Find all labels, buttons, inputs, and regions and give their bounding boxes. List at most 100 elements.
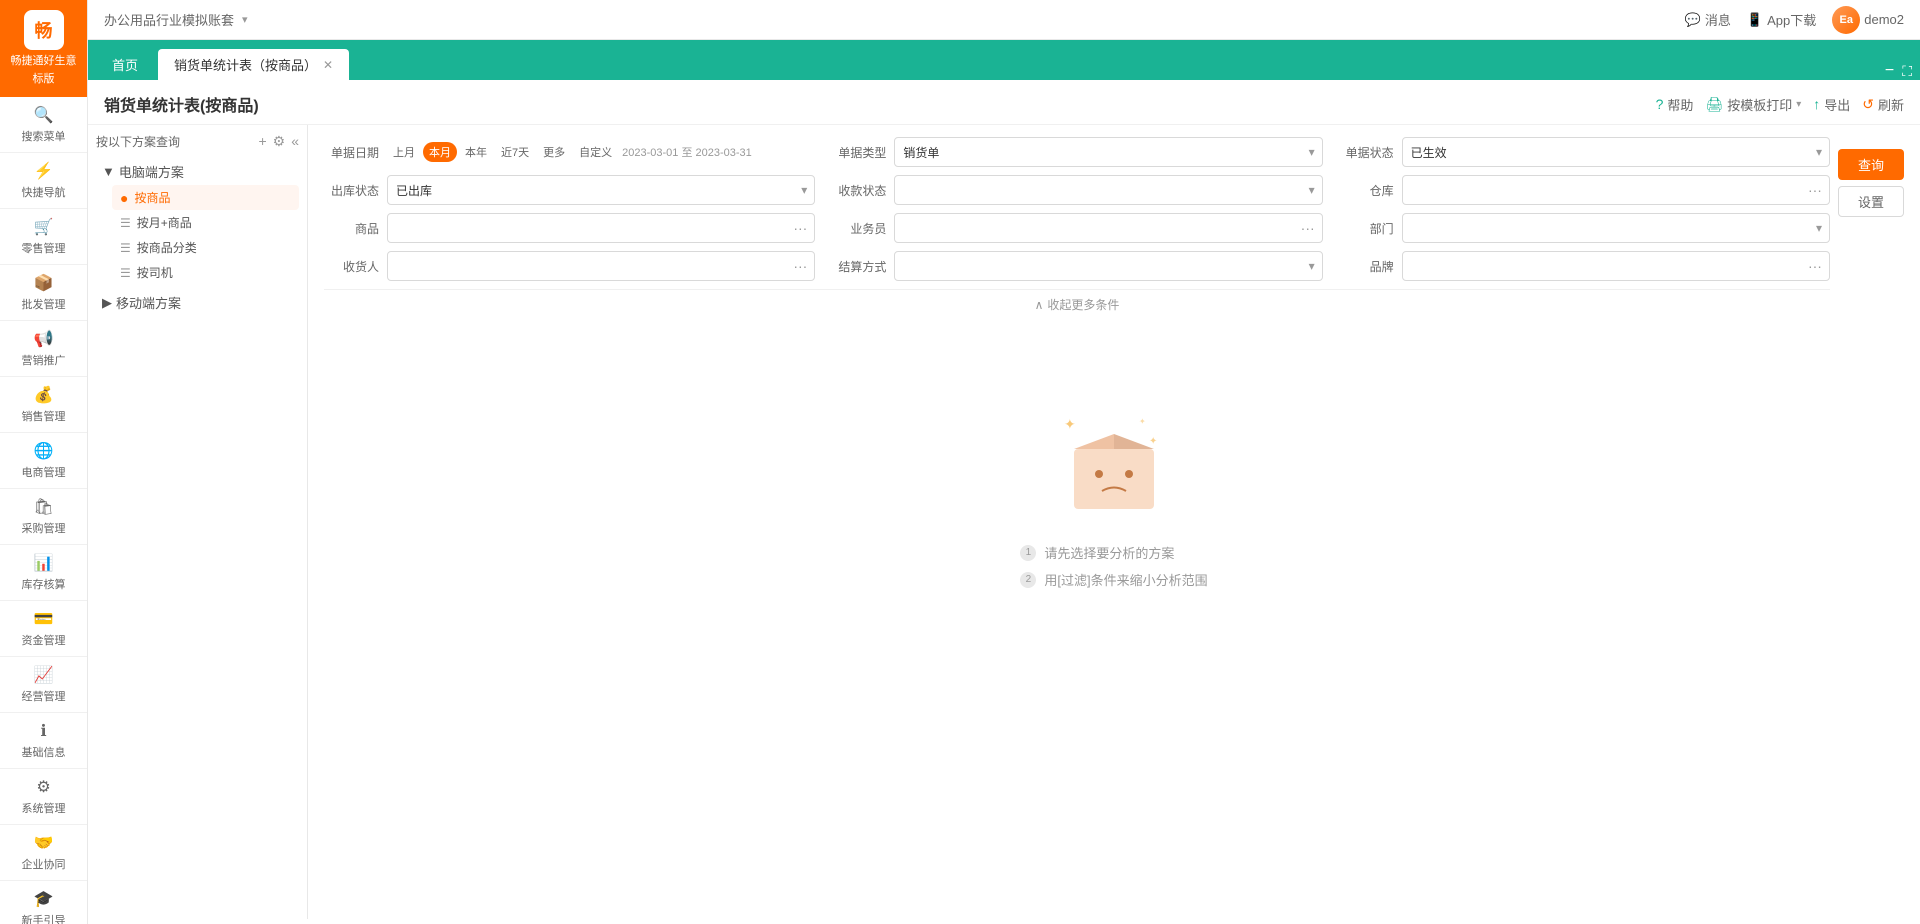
header-left: 办公用品行业模拟账套 ▾ [104, 10, 248, 29]
right-panel: 单据日期 上月 本月 本年 近7天 更多 自定义 [308, 125, 1920, 919]
system-icon: ⚙ [36, 777, 50, 797]
breadcrumb-dropdown[interactable]: ▾ [242, 13, 248, 26]
panel-add-icon[interactable]: + [258, 133, 266, 150]
page-header: 销货单统计表(按商品) ? 帮助 🖨 按模板打印 ▾ ↑ 导出 ↺ 刷新 [88, 80, 1920, 125]
sidebar-search-label: 搜索菜单 [22, 128, 66, 144]
sidebar-item-ecommerce[interactable]: 🌐 电商管理 [0, 433, 87, 489]
warehouse-status-input[interactable] [387, 175, 815, 205]
salesperson-dots-icon[interactable]: ··· [1301, 220, 1315, 236]
date-tab-custom[interactable]: 自定义 [573, 142, 618, 162]
panel-settings-icon[interactable]: ⚙ [273, 133, 286, 150]
department-input[interactable] [1402, 213, 1830, 243]
tree-desktop-parent[interactable]: ▼ 电脑端方案 [96, 158, 299, 185]
date-tab-thismonth[interactable]: 本月 [423, 142, 457, 162]
sidebar-item-system[interactable]: ⚙ 系统管理 [0, 769, 87, 825]
payment-method-control: ▾ [894, 251, 1322, 281]
marketing-icon: 📢 [34, 329, 54, 349]
date-tab-thisyear[interactable]: 本年 [459, 142, 493, 162]
sidebar-item-finance[interactable]: 💳 资金管理 [0, 601, 87, 657]
receiver-dots-icon[interactable]: ··· [793, 258, 807, 274]
department-filter-row: 部门 ▾ [1339, 213, 1830, 243]
sidebar-item-sales[interactable]: 💰 销售管理 [0, 377, 87, 433]
sidebar-item-search[interactable]: 🔍 搜索菜单 [0, 97, 87, 153]
by-product-icon: ● [120, 190, 128, 206]
sidebar-item-retail[interactable]: 🛒 零售管理 [0, 209, 87, 265]
panel-title-row: 按以下方案查询 + ⚙ « [96, 133, 299, 150]
tree-mobile-parent[interactable]: ▶ 移动端方案 [96, 289, 299, 316]
sidebar-item-wholesale[interactable]: 📦 批发管理 [0, 265, 87, 321]
sidebar-system-label: 系统管理 [22, 800, 66, 816]
sidebar-marketing-label: 营销推广 [22, 352, 66, 368]
sidebar-item-quicknav[interactable]: ⚡ 快捷导航 [0, 153, 87, 209]
brand-control: ··· [1402, 251, 1830, 281]
salesperson-input[interactable] [894, 213, 1322, 243]
sidebar-item-purchase[interactable]: 🛍 采购管理 [0, 489, 87, 545]
date-tab-7days[interactable]: 近7天 [495, 142, 535, 162]
sidebar-item-marketing[interactable]: 📢 营销推广 [0, 321, 87, 377]
warehouse-dots-icon[interactable]: ··· [1808, 182, 1822, 198]
sidebar-item-guide[interactable]: 🎓 新手引导 [0, 881, 87, 924]
sidebar-item-basic[interactable]: ℹ 基础信息 [0, 713, 87, 769]
brand-dots-icon[interactable]: ··· [1808, 258, 1822, 274]
tree-desktop-label: 电脑端方案 [119, 162, 184, 181]
refresh-button[interactable]: ↺ 刷新 [1862, 95, 1904, 114]
print-dropdown-icon: ▾ [1796, 99, 1801, 110]
status-filter-row: 单据状态 ▾ [1339, 137, 1830, 167]
product-dots-icon[interactable]: ··· [793, 220, 807, 236]
app-download-action[interactable]: 📱 App下载 [1747, 10, 1816, 29]
sidebar-basic-label: 基础信息 [22, 744, 66, 760]
payment-status-input[interactable] [894, 175, 1322, 205]
brand-input[interactable] [1402, 251, 1830, 281]
date-tab-more[interactable]: 更多 [537, 142, 571, 162]
tab-sales-stats[interactable]: 销货单统计表（按商品） ✕ [158, 49, 349, 80]
tree-child-by-category[interactable]: ☰ 按商品分类 [112, 235, 299, 260]
type-filter-input[interactable] [894, 137, 1322, 167]
print-button[interactable]: 🖨 按模板打印 ▾ [1705, 95, 1801, 114]
query-button[interactable]: 查询 [1838, 149, 1904, 180]
export-button[interactable]: ↑ 导出 [1813, 95, 1850, 114]
tree-child-by-driver[interactable]: ☰ 按司机 [112, 260, 299, 285]
sidebar-wholesale-label: 批发管理 [22, 296, 66, 312]
message-action[interactable]: 💬 消息 [1685, 10, 1731, 29]
finance-icon: 💳 [34, 609, 54, 629]
product-control: ··· [387, 213, 815, 243]
tree-child-by-product[interactable]: ● 按商品 [112, 185, 299, 210]
by-month-product-icon: ☰ [120, 216, 131, 230]
department-control: ▾ [1402, 213, 1830, 243]
tab-close-icon[interactable]: ✕ [323, 58, 333, 72]
product-input[interactable] [387, 213, 815, 243]
date-tabs: 上月 本月 本年 近7天 更多 自定义 [387, 142, 618, 162]
collapse-label: 收起更多条件 [1047, 296, 1119, 313]
sidebar-item-operations[interactable]: 📈 经营管理 [0, 657, 87, 713]
print-icon: 🖨 [1705, 96, 1723, 113]
tree-child-by-month-product[interactable]: ☰ 按月+商品 [112, 210, 299, 235]
tree-mobile: ▶ 移动端方案 [96, 289, 299, 316]
receiver-control: ··· [387, 251, 815, 281]
sidebar-item-inventory[interactable]: 📊 库存核算 [0, 545, 87, 601]
warehouse-input[interactable] [1402, 175, 1830, 205]
by-driver-label: 按司机 [137, 264, 173, 281]
payment-method-input[interactable] [894, 251, 1322, 281]
brand-label: 品牌 [1339, 258, 1394, 275]
tab-maximize-icon[interactable]: ⛶ [1902, 63, 1912, 80]
date-range-text: 2023-03-01 至 2023-03-31 [622, 144, 752, 160]
date-tab-lastmonth[interactable]: 上月 [387, 142, 421, 162]
content-layout: 按以下方案查询 + ⚙ « ▼ 电脑端方案 ● [88, 125, 1920, 919]
tab-home[interactable]: 首页 [96, 49, 154, 80]
sidebar-retail-label: 零售管理 [22, 240, 66, 256]
print-label: 按模板打印 [1727, 95, 1792, 114]
setting-button[interactable]: 设置 [1838, 186, 1904, 217]
panel-collapse-icon[interactable]: « [291, 133, 299, 150]
warehouse-status-label: 出库状态 [324, 182, 379, 199]
tab-minimize-icon[interactable]: − [1885, 62, 1894, 80]
user-action[interactable]: Ea demo2 [1832, 6, 1904, 34]
sidebar-item-enterprise[interactable]: 🤝 企业协同 [0, 825, 87, 881]
warehouse-label: 仓库 [1339, 182, 1394, 199]
retail-icon: 🛒 [34, 217, 54, 237]
help-button[interactable]: ? 帮助 [1656, 95, 1694, 114]
sidebar-sales-label: 销售管理 [22, 408, 66, 424]
warehouse-status-control: ▾ [387, 175, 815, 205]
collapse-bar[interactable]: ∧ 收起更多条件 [324, 289, 1830, 319]
receiver-input[interactable] [387, 251, 815, 281]
status-filter-input[interactable] [1402, 137, 1830, 167]
